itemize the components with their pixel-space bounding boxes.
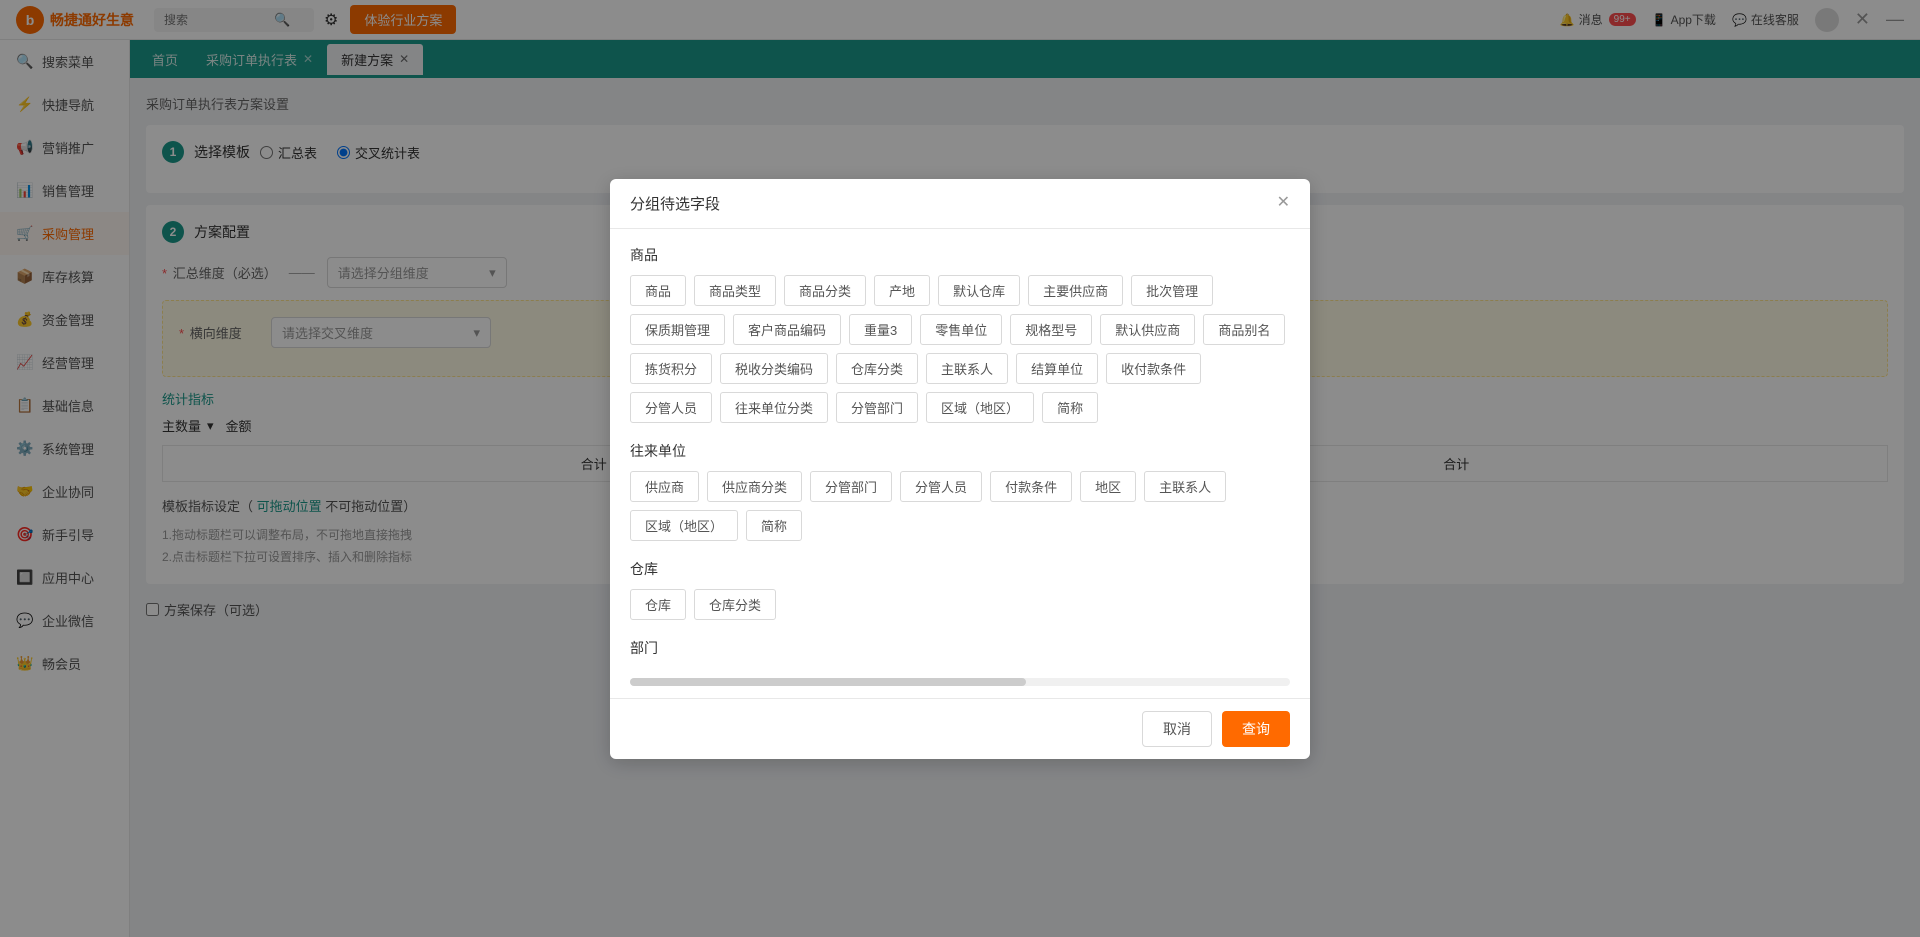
section-goods: 商品 商品 商品类型 商品分类 产地 默认仓库 主要供应商 批次管理 保质期管理… [630, 245, 1290, 423]
field-tag-warehouse[interactable]: 仓库 [630, 589, 686, 620]
section-partner: 往来单位 供应商 供应商分类 分管部门 分管人员 付款条件 地区 主联系人 区域… [630, 441, 1290, 541]
field-tag-supplier-category[interactable]: 供应商分类 [707, 471, 802, 502]
field-tag-supplier[interactable]: 供应商 [630, 471, 699, 502]
field-tag-goods-category[interactable]: 商品分类 [784, 275, 866, 306]
field-tag-goods[interactable]: 商品 [630, 275, 686, 306]
section-dept: 部门 部门 [630, 638, 1290, 666]
field-tag-partner-category[interactable]: 往来单位分类 [720, 392, 828, 423]
field-tag-main-contact2[interactable]: 主联系人 [1144, 471, 1226, 502]
field-tag-default-warehouse[interactable]: 默认仓库 [938, 275, 1020, 306]
field-tag-goods-alias[interactable]: 商品别名 [1203, 314, 1285, 345]
section-dept-title: 部门 [630, 638, 1290, 658]
field-tag-area[interactable]: 地区 [1080, 471, 1136, 502]
confirm-button[interactable]: 查询 [1222, 711, 1290, 747]
field-tag-picking-points[interactable]: 拣货积分 [630, 353, 712, 384]
field-tag-main-contact[interactable]: 主联系人 [926, 353, 1008, 384]
field-tag-payment-terms[interactable]: 收付款条件 [1106, 353, 1201, 384]
field-tag-customer-code[interactable]: 客户商品编码 [733, 314, 841, 345]
field-tag-short-name[interactable]: 简称 [1042, 392, 1098, 423]
warehouse-fields: 仓库 仓库分类 [630, 589, 1290, 620]
field-tag-main-supplier[interactable]: 主要供应商 [1028, 275, 1123, 306]
field-tag-spec-model[interactable]: 规格型号 [1010, 314, 1092, 345]
field-tag-charge-person[interactable]: 分管人员 [630, 392, 712, 423]
field-tag-partner-dept[interactable]: 分管部门 [810, 471, 892, 502]
partner-fields: 供应商 供应商分类 分管部门 分管人员 付款条件 地区 主联系人 区域（地区） … [630, 471, 1290, 541]
field-tag-short-name2[interactable]: 简称 [746, 510, 802, 541]
horizontal-scrollbar-area [610, 666, 1310, 698]
field-tag-weight3[interactable]: 重量3 [849, 314, 912, 345]
field-tag-settlement-unit[interactable]: 结算单位 [1016, 353, 1098, 384]
section-partner-title: 往来单位 [630, 441, 1290, 461]
section-warehouse-title: 仓库 [630, 559, 1290, 579]
modal-overlay: 分组待选字段 ✕ 商品 商品 商品类型 商品分类 产地 默认仓库 主要供应商 批… [0, 0, 1920, 937]
field-tag-expiry-mgmt[interactable]: 保质期管理 [630, 314, 725, 345]
section-warehouse: 仓库 仓库 仓库分类 [630, 559, 1290, 620]
section-goods-title: 商品 [630, 245, 1290, 265]
field-tag-payment-cond[interactable]: 付款条件 [990, 471, 1072, 502]
field-tag-charge-dept[interactable]: 分管部门 [836, 392, 918, 423]
modal-footer: 取消 查询 [610, 698, 1310, 759]
field-tag-warehouse-category[interactable]: 仓库分类 [836, 353, 918, 384]
horizontal-scrollbar[interactable] [630, 678, 1290, 686]
field-tag-region[interactable]: 区域（地区） [926, 392, 1034, 423]
modal-title: 分组待选字段 [630, 193, 720, 214]
field-tag-batch-mgmt[interactable]: 批次管理 [1131, 275, 1213, 306]
goods-fields: 商品 商品类型 商品分类 产地 默认仓库 主要供应商 批次管理 保质期管理 客户… [630, 275, 1290, 423]
field-tag-retail-unit[interactable]: 零售单位 [920, 314, 1002, 345]
field-tag-origin[interactable]: 产地 [874, 275, 930, 306]
field-tag-tax-code[interactable]: 税收分类编码 [720, 353, 828, 384]
modal-dialog: 分组待选字段 ✕ 商品 商品 商品类型 商品分类 产地 默认仓库 主要供应商 批… [610, 179, 1310, 759]
modal-header: 分组待选字段 ✕ [610, 179, 1310, 229]
field-tag-goods-type[interactable]: 商品类型 [694, 275, 776, 306]
field-tag-partner-person[interactable]: 分管人员 [900, 471, 982, 502]
cancel-button[interactable]: 取消 [1142, 711, 1212, 747]
field-tag-default-supplier[interactable]: 默认供应商 [1100, 314, 1195, 345]
modal-close-button[interactable]: ✕ [1277, 195, 1290, 211]
field-tag-warehouse-cat[interactable]: 仓库分类 [694, 589, 776, 620]
field-tag-region2[interactable]: 区域（地区） [630, 510, 738, 541]
horizontal-scroll-thumb[interactable] [630, 678, 1026, 686]
modal-body: 商品 商品 商品类型 商品分类 产地 默认仓库 主要供应商 批次管理 保质期管理… [610, 229, 1310, 666]
